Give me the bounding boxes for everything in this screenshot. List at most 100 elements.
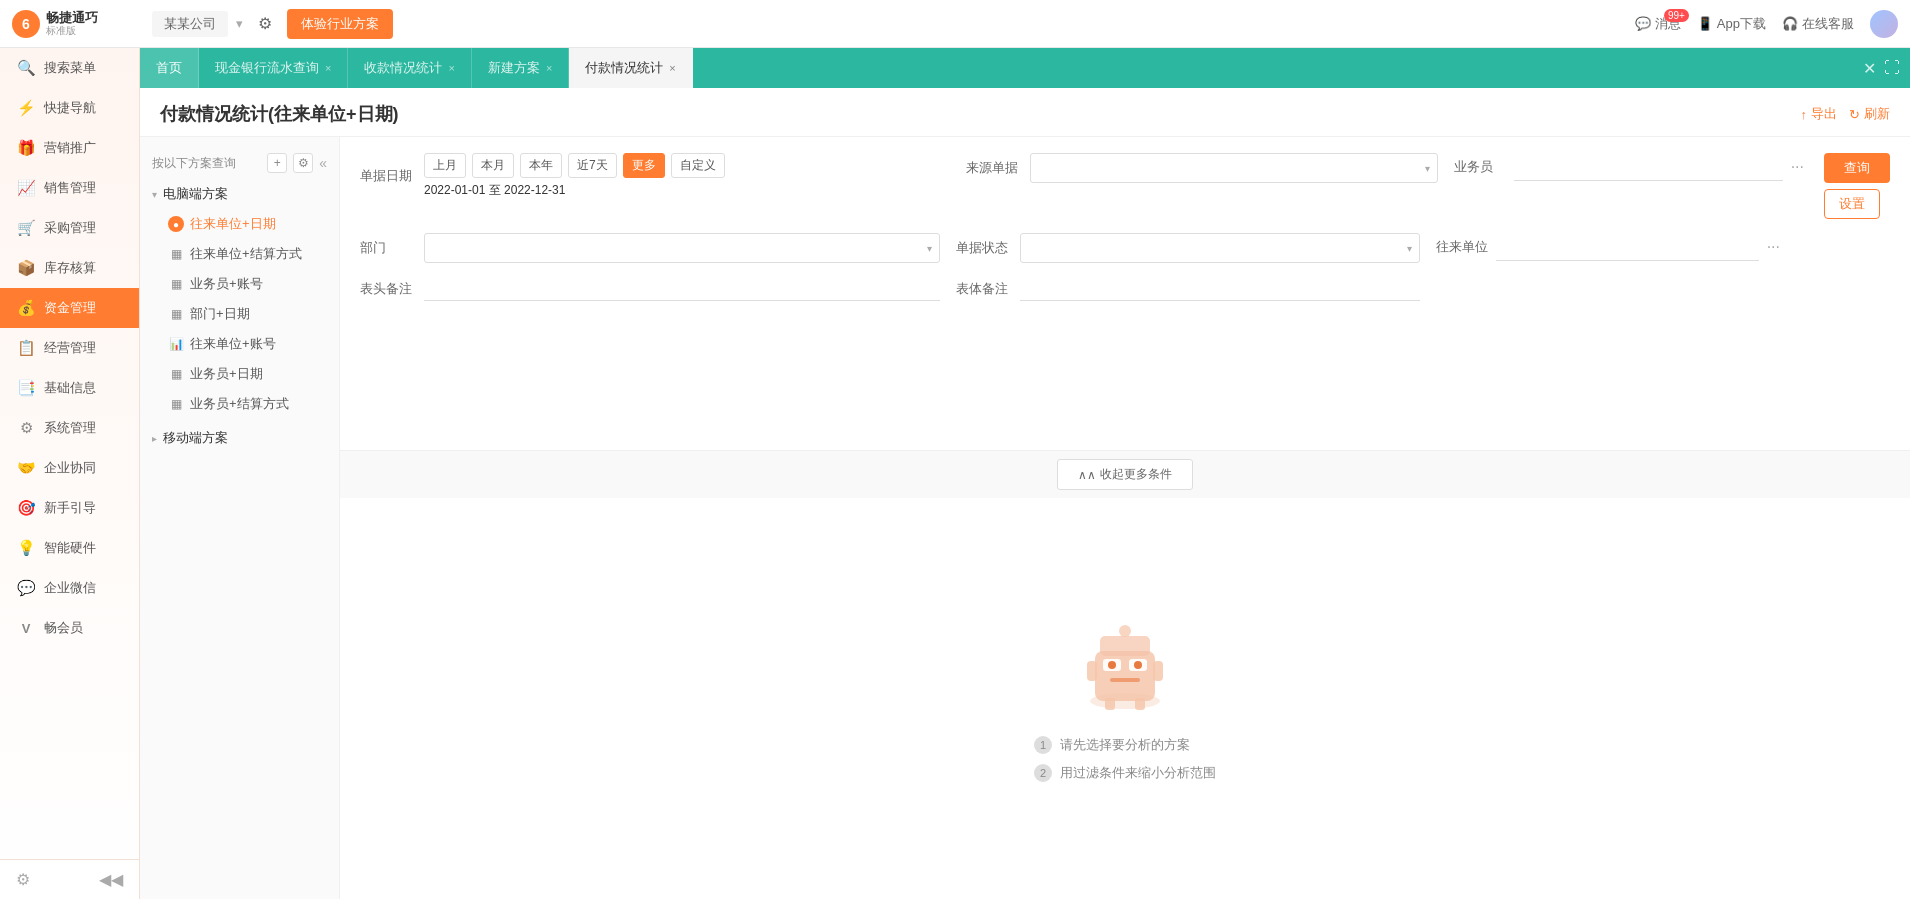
refresh-btn[interactable]: ↻ 刷新 [1849, 105, 1890, 123]
topbar-right: 💬 消息 99+ 📱 App下载 🎧 在线客服 [1635, 10, 1898, 38]
sidebar-item-inventory[interactable]: 📦 库存核算 [0, 248, 139, 288]
body-note-input[interactable] [1020, 277, 1420, 301]
date-btn-thismonth[interactable]: 本月 [472, 153, 514, 178]
tab-payable[interactable]: 付款情况统计 × [569, 48, 692, 88]
tip-text-2: 用过滤条件来缩小分析范围 [1060, 764, 1216, 782]
filter-settings-btn[interactable]: 设置 [1824, 189, 1880, 219]
notice-btn[interactable]: 💬 消息 99+ [1635, 15, 1681, 33]
scheme-item-6[interactable]: ▦ 业务员+结算方式 [140, 389, 339, 419]
inventory-label: 库存核算 [44, 259, 96, 277]
staff-label: 业务员 [1454, 158, 1510, 176]
online-service-btn[interactable]: 🎧 在线客服 [1782, 15, 1854, 33]
sidebar-item-member[interactable]: V 畅会员 [0, 608, 139, 648]
sidebar-item-purchase[interactable]: 🛒 采购管理 [0, 208, 139, 248]
sidebar-item-basicinfo[interactable]: 📑 基础信息 [0, 368, 139, 408]
sales-icon: 📈 [16, 178, 36, 198]
scheme-settings-btn[interactable]: ⚙ [293, 153, 313, 173]
tab-receivable[interactable]: 收款情况统计 × [348, 48, 471, 88]
tab-newscheme-label: 新建方案 [488, 59, 540, 77]
tab-close-all-icon[interactable]: ✕ [1863, 59, 1876, 78]
tab-cashflow[interactable]: 现金银行流水查询 × [199, 48, 348, 88]
page-title: 付款情况统计(往来单位+日期) [160, 102, 399, 126]
date-btn-custom[interactable]: 自定义 [671, 153, 725, 178]
tab-expand-icon[interactable]: ⛶ [1884, 59, 1900, 77]
export-btn[interactable]: ↑ 导出 [1801, 105, 1838, 123]
company-name[interactable]: 某某公司 [152, 11, 228, 37]
user-avatar[interactable] [1870, 10, 1898, 38]
sidebar-item-finance[interactable]: 💰 资金管理 [0, 288, 139, 328]
sidebar-item-wxwork[interactable]: 💬 企业微信 [0, 568, 139, 608]
date-btn-more[interactable]: 更多 [623, 153, 665, 178]
scheme-item-0[interactable]: ● 往来单位+日期 [140, 209, 339, 239]
svg-point-4 [1108, 661, 1116, 669]
scheme-group-desktop-header[interactable]: ▾ 电脑端方案 [140, 179, 339, 209]
sidebar-bottom: ⚙ ◀◀ [0, 859, 139, 899]
purchase-label: 采购管理 [44, 219, 96, 237]
scheme-item-3[interactable]: ▦ 部门+日期 [140, 299, 339, 329]
scheme-item-5-icon: ▦ [168, 366, 184, 382]
sidebar-item-collab[interactable]: 🤝 企业协同 [0, 448, 139, 488]
source-select[interactable] [1030, 153, 1438, 183]
tab-home[interactable]: 首页 [140, 48, 199, 88]
query-btn[interactable]: 查询 [1824, 153, 1890, 183]
sidebar-item-hardware[interactable]: 💡 智能硬件 [0, 528, 139, 568]
tab-bar: 首页 现金银行流水查询 × 收款情况统计 × 新建方案 × 付款情况统计 × ✕… [140, 48, 1910, 88]
svg-rect-10 [1135, 698, 1145, 710]
scheme-filter-layout: 按以下方案查询 + ⚙ « [140, 137, 1910, 899]
scheme-item-1[interactable]: ▦ 往来单位+结算方式 [140, 239, 339, 269]
voucher-status-label: 单据状态 [956, 239, 1012, 257]
sidebar-item-marketing[interactable]: 🎁 营销推广 [0, 128, 139, 168]
filter-row-3: 表头备注 表体备注 [360, 277, 1890, 301]
search-icon: 🔍 [16, 58, 36, 78]
tab-receivable-close[interactable]: × [448, 62, 454, 74]
scheme-item-1-icon: ▦ [168, 246, 184, 262]
sidebar-item-quicknav[interactable]: ⚡ 快捷导航 [0, 88, 139, 128]
scheme-add-btn[interactable]: + [267, 153, 287, 173]
dept-select[interactable] [424, 233, 940, 263]
scheme-item-5-label: 业务员+日期 [190, 365, 263, 383]
staff-dots-btn[interactable]: ··· [1787, 158, 1808, 176]
sidebar-collapse-icon[interactable]: ◀◀ [99, 870, 123, 889]
app-download-btn[interactable]: 📱 App下载 [1697, 15, 1766, 33]
newbie-icon: 🎯 [16, 498, 36, 518]
dropdown-icon[interactable]: ▾ [236, 16, 243, 31]
scheme-sidebar-actions: + ⚙ « [267, 153, 327, 173]
filter-row-1: 单据日期 上月 本月 本年 近7天 更多 自定义 [360, 153, 1890, 219]
date-btn-7days[interactable]: 近7天 [568, 153, 617, 178]
sidebar-settings-icon[interactable]: ⚙ [16, 870, 30, 889]
dept-filter: 部门 ▾ [360, 233, 940, 263]
tab-payable-close[interactable]: × [669, 62, 675, 74]
sidebar-item-search[interactable]: 🔍 搜索菜单 [0, 48, 139, 88]
scheme-group-mobile-header[interactable]: ▸ 移动端方案 [140, 423, 339, 453]
inventory-icon: 📦 [16, 258, 36, 278]
scheme-collapse-btn[interactable]: « [319, 155, 327, 171]
sidebar-item-system[interactable]: ⚙ 系统管理 [0, 408, 139, 448]
logo-icon: 6 [12, 10, 40, 38]
tab-receivable-label: 收款情况统计 [364, 59, 442, 77]
message-icon: 💬 [1635, 16, 1651, 31]
tab-newscheme-close[interactable]: × [546, 62, 552, 74]
tab-cashflow-close[interactable]: × [325, 62, 331, 74]
try-industry-btn[interactable]: 体验行业方案 [287, 9, 393, 39]
date-btn-lastmonth[interactable]: 上月 [424, 153, 466, 178]
scheme-item-2[interactable]: ▦ 业务员+账号 [140, 269, 339, 299]
member-label: 畅会员 [44, 619, 83, 637]
voucher-status-select[interactable] [1020, 233, 1420, 263]
tab-newscheme[interactable]: 新建方案 × [472, 48, 569, 88]
date-btn-thisyear[interactable]: 本年 [520, 153, 562, 178]
sidebar-item-operations[interactable]: 📋 经营管理 [0, 328, 139, 368]
partner-dots-btn[interactable]: ··· [1763, 238, 1784, 256]
sidebar-item-newbie[interactable]: 🎯 新手引导 [0, 488, 139, 528]
empty-illustration [1065, 616, 1185, 716]
header-note-input[interactable] [424, 277, 940, 301]
scheme-item-4[interactable]: 📊 往来单位+账号 [140, 329, 339, 359]
download-label: App下载 [1717, 15, 1766, 33]
system-icon: ⚙ [16, 418, 36, 438]
topbar-gear-btn[interactable]: ⚙ [251, 10, 279, 38]
collapse-conditions-btn[interactable]: ∧∧ 收起更多条件 [1057, 459, 1193, 490]
svg-rect-1 [1095, 651, 1155, 701]
partner-label: 往来单位 [1436, 238, 1492, 256]
staff-input-area [1514, 153, 1783, 181]
sidebar-item-sales[interactable]: 📈 销售管理 [0, 168, 139, 208]
scheme-item-5[interactable]: ▦ 业务员+日期 [140, 359, 339, 389]
